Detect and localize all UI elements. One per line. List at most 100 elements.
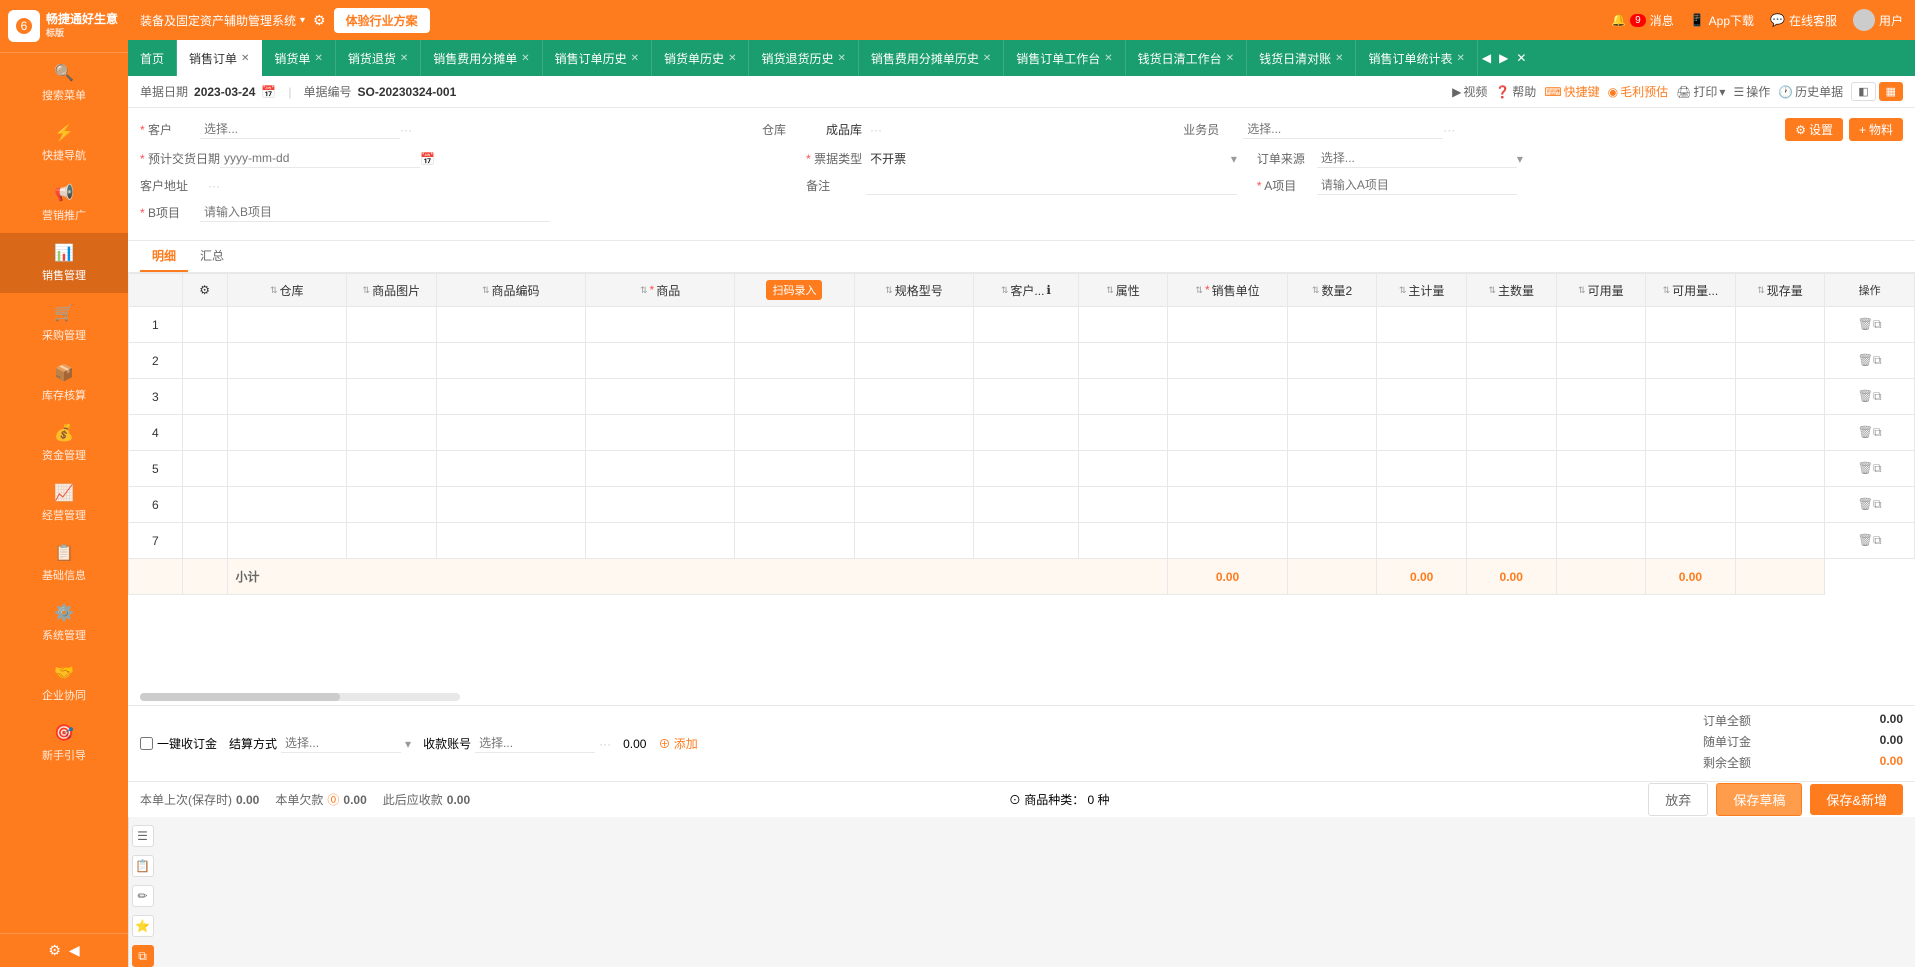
th-main-unit[interactable]: ⇅主计量: [1377, 274, 1467, 307]
settlement-dropdown[interactable]: ▾: [405, 737, 411, 751]
tab-slip-history[interactable]: 销货单历史 ✕: [652, 40, 749, 76]
tab-workbench-close[interactable]: ✕: [1104, 53, 1112, 64]
user-item[interactable]: 用户: [1853, 9, 1903, 31]
order-source-dropdown[interactable]: ▾: [1517, 152, 1523, 166]
tab-return-history-close[interactable]: ✕: [837, 53, 845, 64]
video-link[interactable]: ▶ 视频: [1452, 83, 1487, 100]
grid-view-button[interactable]: ▦: [1879, 82, 1903, 101]
tab-return-history[interactable]: 销货退货历史 ✕: [749, 40, 858, 76]
tab-fee-split[interactable]: 销售费用分摊单 ✕: [421, 40, 542, 76]
right-panel-icon-2[interactable]: ✏: [132, 885, 154, 907]
customer-input[interactable]: [200, 120, 400, 139]
tab-nav-menu[interactable]: ✕: [1512, 40, 1530, 76]
th-unit[interactable]: ⇅*销售单位: [1168, 274, 1287, 307]
th-main-qty[interactable]: ⇅主数量: [1466, 274, 1556, 307]
discard-button[interactable]: 放弃: [1648, 783, 1708, 816]
settings-bottom-icon[interactable]: ⚙: [48, 942, 61, 959]
tab-stats-close[interactable]: ✕: [1457, 53, 1465, 64]
tab-reconcile-close[interactable]: ✕: [1335, 53, 1343, 64]
tab-fee-history[interactable]: 销售费用分摊单历史 ✕: [859, 40, 1004, 76]
tab-order-history[interactable]: 销售订单历史 ✕: [543, 40, 652, 76]
list-view-button[interactable]: ◧: [1851, 82, 1875, 101]
tab-sales-slip-close[interactable]: ✕: [314, 53, 322, 64]
tab-order-history-close[interactable]: ✕: [631, 53, 639, 64]
tab-slip-history-close[interactable]: ✕: [728, 53, 736, 64]
delete-icon[interactable]: 🗑: [1858, 389, 1873, 403]
th-attr[interactable]: ⇅属性: [1078, 274, 1168, 307]
tab-nav-left[interactable]: ◀: [1478, 40, 1495, 76]
notification-item[interactable]: 🔔 9 消息: [1611, 12, 1674, 29]
sidebar-item-inventory[interactable]: 📦 库存核算: [0, 353, 128, 413]
add-product-button[interactable]: + 物料: [1849, 118, 1903, 141]
salesperson-input[interactable]: [1243, 120, 1443, 139]
copy-icon[interactable]: ⧉: [1873, 497, 1882, 511]
system-dropdown-arrow[interactable]: ▾: [300, 15, 305, 26]
tab-reconcile[interactable]: 钱货日清对账 ✕: [1247, 40, 1356, 76]
industry-solution-button[interactable]: 体验行业方案: [334, 8, 430, 33]
th-warehouse[interactable]: ⇅仓库: [227, 274, 346, 307]
scan-button[interactable]: 扫码录入: [766, 280, 822, 300]
add-payment-button[interactable]: ⊕ 添加: [658, 735, 697, 752]
th-image[interactable]: ⇅商品图片: [347, 274, 437, 307]
th-avail[interactable]: ⇅可用量: [1556, 274, 1646, 307]
settings-button[interactable]: ⚙ 设置: [1785, 118, 1843, 141]
copy-icon[interactable]: ⧉: [1873, 425, 1882, 439]
settlement-input[interactable]: [281, 734, 401, 753]
print-link[interactable]: 🖨 打印 ▾: [1676, 83, 1725, 100]
app-download-item[interactable]: 📱 App下载: [1690, 12, 1754, 29]
th-code[interactable]: ⇅商品编码: [436, 274, 585, 307]
operation-link[interactable]: ☰ 操作: [1733, 83, 1770, 100]
tab-home[interactable]: 首页: [128, 40, 177, 76]
account-input[interactable]: [475, 734, 595, 753]
customer-more-icon[interactable]: ···: [400, 123, 412, 137]
print-arrow[interactable]: ▾: [1719, 85, 1725, 99]
topbar-gear-icon[interactable]: ⚙: [313, 12, 326, 29]
delete-icon[interactable]: 🗑: [1858, 353, 1873, 367]
delete-icon[interactable]: 🗑: [1858, 461, 1873, 475]
sidebar-item-operations[interactable]: 📈 经营管理: [0, 473, 128, 533]
save-new-button[interactable]: 保存&新增: [1810, 784, 1903, 815]
th-stock[interactable]: ⇅现存量: [1735, 274, 1825, 307]
right-panel-icon-1[interactable]: 📋: [132, 855, 154, 877]
column-settings-icon[interactable]: ⚙: [199, 283, 210, 297]
right-panel-icon-0[interactable]: ☰: [132, 825, 154, 847]
copy-icon[interactable]: ⧉: [1873, 389, 1882, 403]
address-more-icon[interactable]: ···: [208, 179, 220, 193]
sidebar-item-basic[interactable]: 📋 基础信息: [0, 533, 128, 593]
th-product[interactable]: ⇅*商品: [585, 274, 734, 307]
delete-icon[interactable]: 🗑: [1858, 317, 1873, 331]
sidebar-item-enterprise[interactable]: 🤝 企业协同: [0, 653, 128, 713]
b-project-input[interactable]: [200, 203, 550, 222]
tab-sales-order[interactable]: 销售订单 ✕: [177, 40, 262, 76]
delete-icon[interactable]: 🗑: [1858, 497, 1873, 511]
salesperson-more-icon[interactable]: ···: [1443, 123, 1455, 137]
right-panel-icon-3[interactable]: ⭐: [132, 915, 154, 937]
copy-icon[interactable]: ⧉: [1873, 461, 1882, 475]
sidebar-item-purchase[interactable]: 🛒 采购管理: [0, 293, 128, 353]
current-debt-hint[interactable]: ⓪: [327, 791, 339, 808]
sidebar-item-marketing[interactable]: 📢 营销推广: [0, 173, 128, 233]
tab-returns-close[interactable]: ✕: [400, 53, 408, 64]
account-more-icon[interactable]: ···: [599, 737, 611, 751]
copy-icon[interactable]: ⧉: [1873, 317, 1882, 331]
sidebar-item-guide[interactable]: 🎯 新手引导: [0, 713, 128, 773]
sidebar-item-search[interactable]: 🔍 搜索菜单: [0, 53, 128, 113]
tab-sales-order-close[interactable]: ✕: [241, 53, 249, 64]
tab-sales-slip[interactable]: 销货单 ✕: [262, 40, 335, 76]
shortcut-link[interactable]: ⌨ 快捷键: [1544, 83, 1599, 100]
online-service-item[interactable]: 💬 在线客服: [1770, 12, 1837, 29]
sidebar-item-system[interactable]: ⚙️ 系统管理: [0, 593, 128, 653]
profit-link[interactable]: ◉ 毛利预估: [1608, 83, 1669, 100]
delivery-input[interactable]: [220, 149, 420, 168]
tab-returns[interactable]: 销货退货 ✕: [336, 40, 421, 76]
sidebar-item-finance[interactable]: 💰 资金管理: [0, 413, 128, 473]
sidebar-item-sales[interactable]: 📊 销售管理: [0, 233, 128, 293]
tab-summary[interactable]: 汇总: [188, 241, 236, 272]
copy-icon[interactable]: ⧉: [1873, 533, 1882, 547]
tab-daily-clear[interactable]: 钱货日清工作台 ✕: [1126, 40, 1247, 76]
tab-detail[interactable]: 明细: [140, 241, 188, 272]
tab-workbench[interactable]: 销售订单工作台 ✕: [1004, 40, 1125, 76]
delivery-calendar-icon[interactable]: 📅: [420, 152, 435, 166]
tab-daily-clear-close[interactable]: ✕: [1226, 53, 1234, 64]
save-draft-button[interactable]: 保存草稿: [1716, 783, 1802, 816]
